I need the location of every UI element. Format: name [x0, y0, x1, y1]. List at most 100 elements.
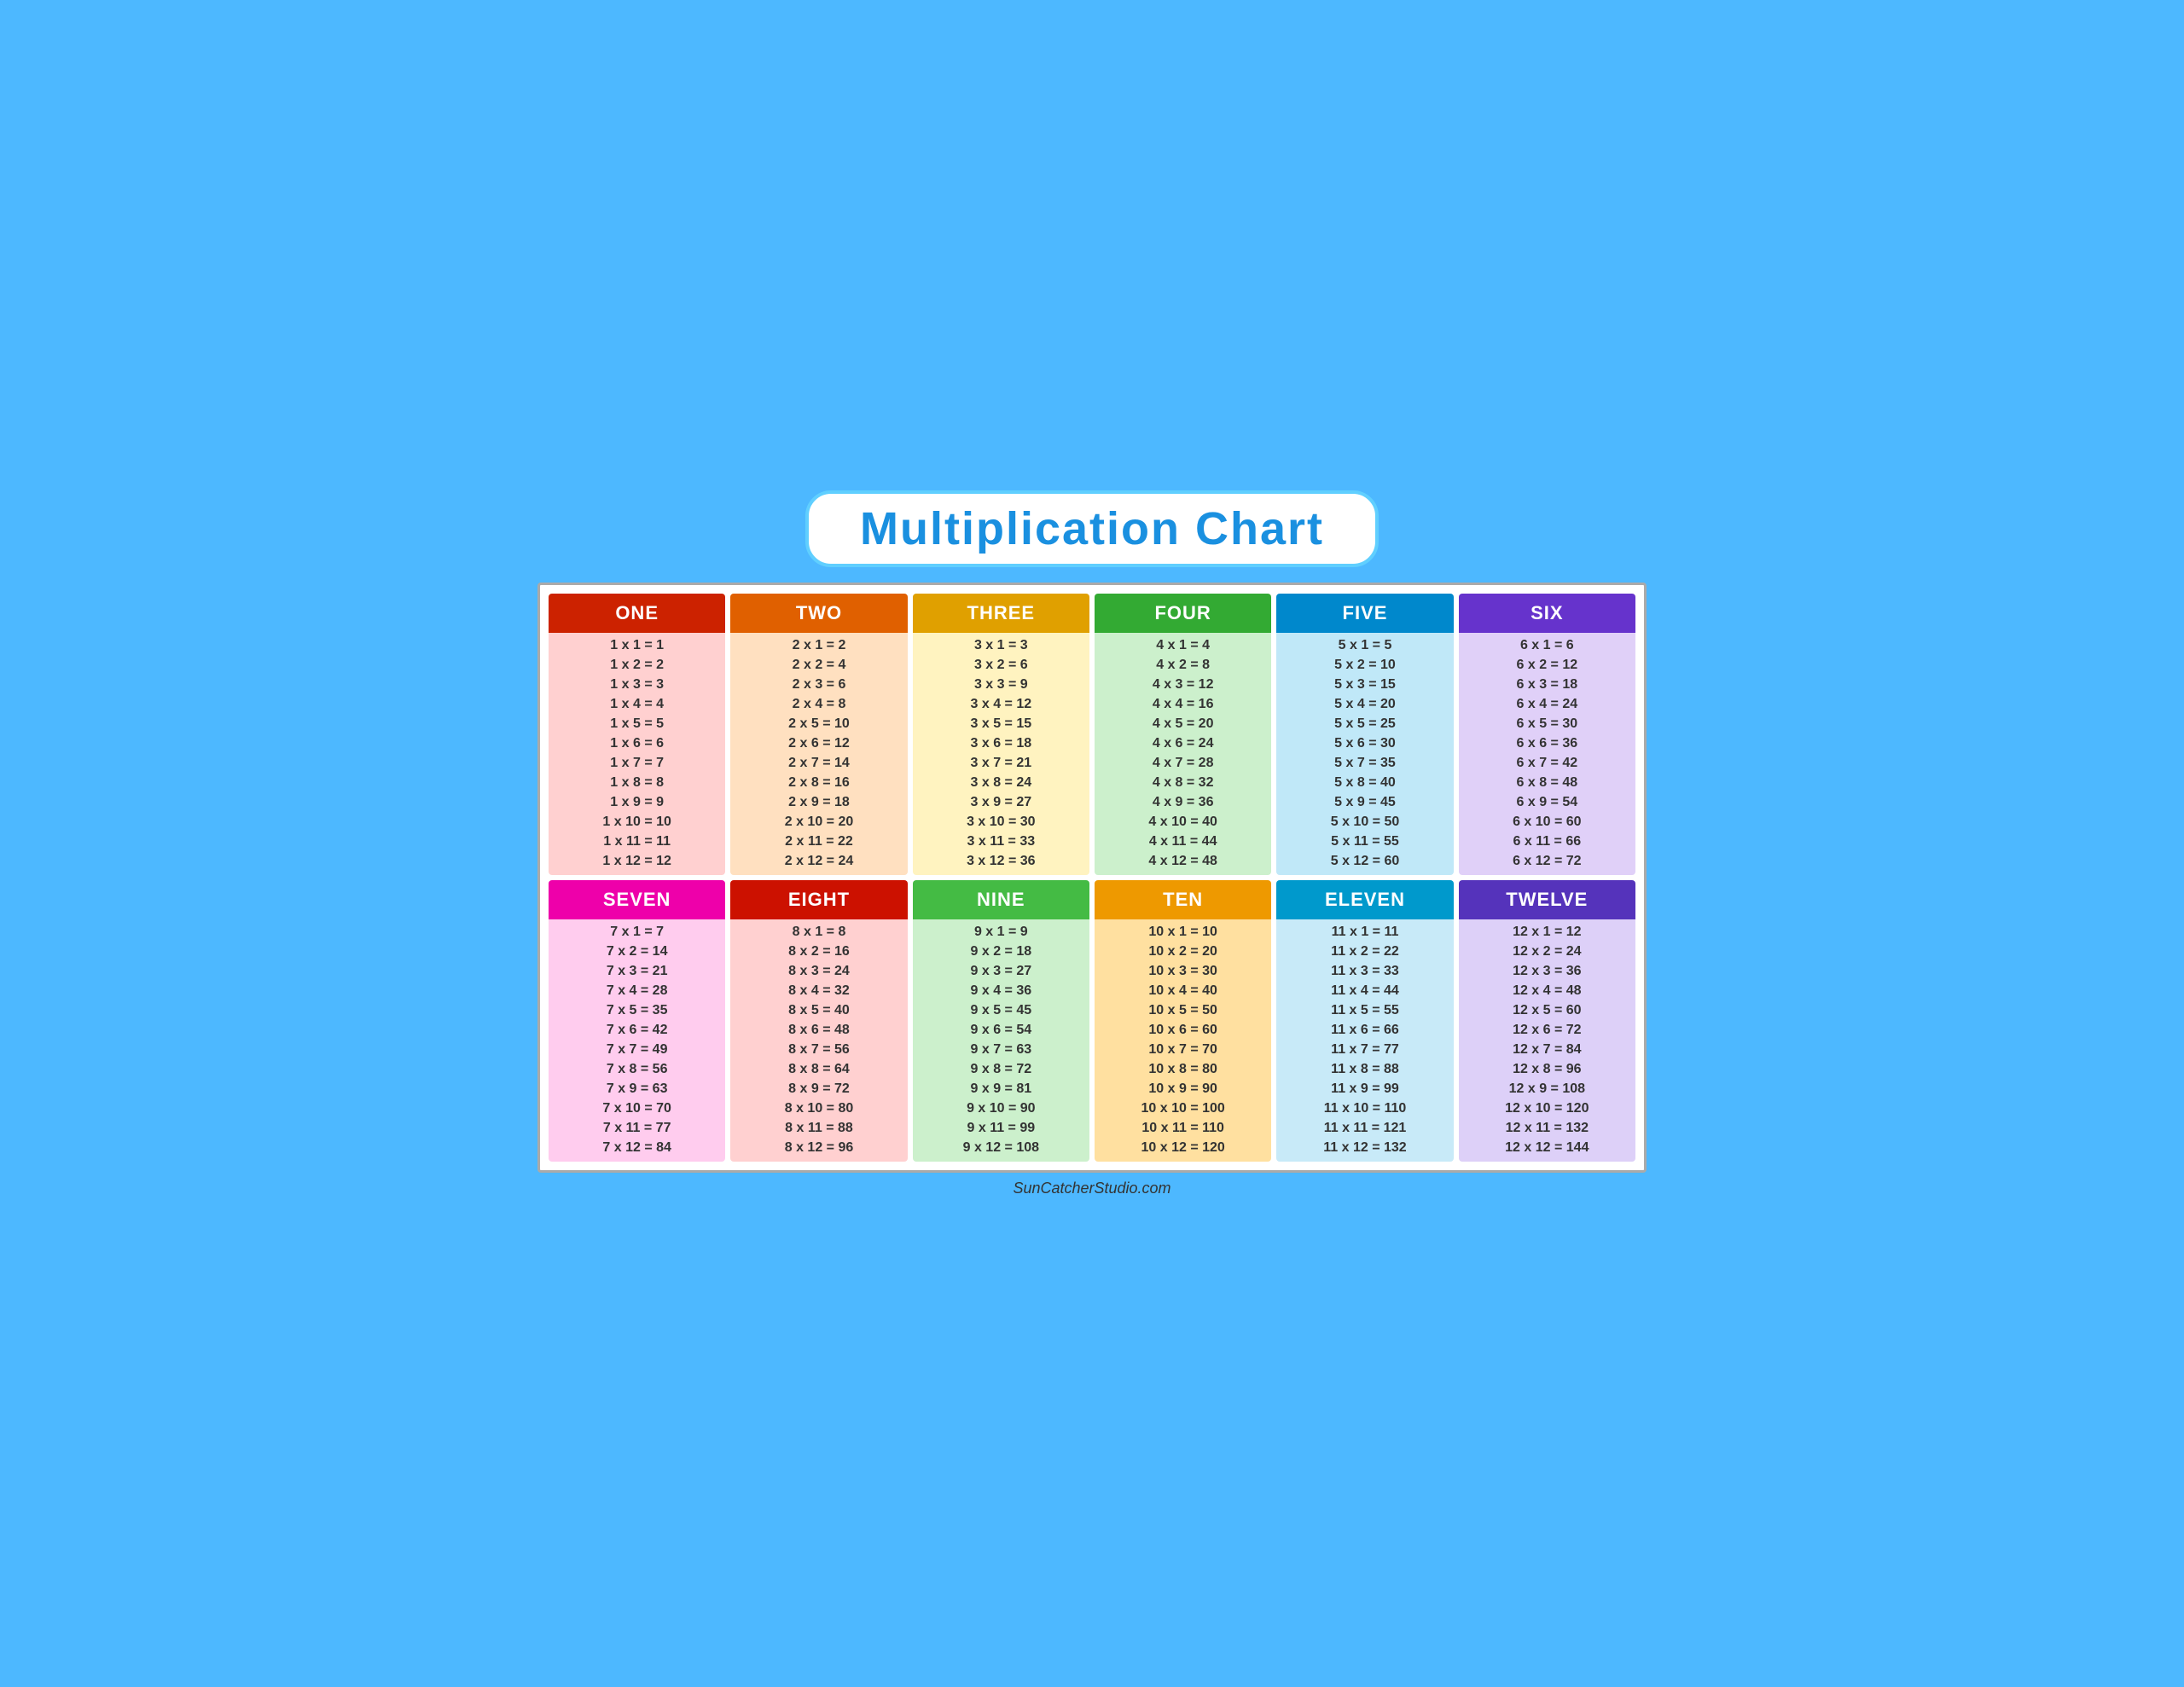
table-row: 5 x 2 = 10 [1281, 656, 1448, 675]
table-row: 4 x 6 = 24 [1100, 734, 1266, 754]
body-six: 6 x 1 = 66 x 2 = 126 x 3 = 186 x 4 = 246… [1459, 633, 1635, 875]
table-row: 8 x 11 = 88 [735, 1119, 902, 1139]
table-row: 12 x 10 = 120 [1464, 1099, 1630, 1119]
table-row: 6 x 5 = 30 [1464, 715, 1630, 734]
body-four: 4 x 1 = 44 x 2 = 84 x 3 = 124 x 4 = 164 … [1095, 633, 1271, 875]
table-row: 2 x 11 = 22 [735, 832, 902, 852]
table-row: 1 x 5 = 5 [554, 715, 720, 734]
table-row: 4 x 7 = 28 [1100, 754, 1266, 774]
table-row: 4 x 1 = 4 [1100, 636, 1266, 656]
table-row: 9 x 7 = 63 [918, 1041, 1084, 1060]
table-row: 1 x 1 = 1 [554, 636, 720, 656]
table-row: 3 x 4 = 12 [918, 695, 1084, 715]
body-seven: 7 x 1 = 77 x 2 = 147 x 3 = 217 x 4 = 287… [549, 919, 725, 1162]
column-eleven: ELEVEN11 x 1 = 1111 x 2 = 2211 x 3 = 331… [1276, 880, 1453, 1162]
table-row: 8 x 3 = 24 [735, 962, 902, 982]
table-row: 7 x 3 = 21 [554, 962, 720, 982]
header-three: THREE [913, 594, 1089, 633]
title-container: Multiplication Chart [537, 490, 1647, 567]
table-row: 3 x 5 = 15 [918, 715, 1084, 734]
body-one: 1 x 1 = 11 x 2 = 21 x 3 = 31 x 4 = 41 x … [549, 633, 725, 875]
table-row: 4 x 10 = 40 [1100, 813, 1266, 832]
column-nine: NINE9 x 1 = 99 x 2 = 189 x 3 = 279 x 4 =… [913, 880, 1089, 1162]
body-ten: 10 x 1 = 1010 x 2 = 2010 x 3 = 3010 x 4 … [1095, 919, 1271, 1162]
table-row: 8 x 4 = 32 [735, 982, 902, 1001]
header-ten: TEN [1095, 880, 1271, 919]
table-row: 8 x 5 = 40 [735, 1001, 902, 1021]
column-three: THREE3 x 1 = 33 x 2 = 63 x 3 = 93 x 4 = … [913, 594, 1089, 875]
page-wrapper: Multiplication Chart ONE1 x 1 = 11 x 2 =… [537, 490, 1647, 1197]
table-row: 3 x 11 = 33 [918, 832, 1084, 852]
table-row: 5 x 6 = 30 [1281, 734, 1448, 754]
table-row: 2 x 2 = 4 [735, 656, 902, 675]
table-row: 2 x 6 = 12 [735, 734, 902, 754]
table-row: 8 x 8 = 64 [735, 1060, 902, 1080]
table-row: 2 x 1 = 2 [735, 636, 902, 656]
body-three: 3 x 1 = 33 x 2 = 63 x 3 = 93 x 4 = 123 x… [913, 633, 1089, 875]
table-row: 11 x 8 = 88 [1281, 1060, 1448, 1080]
table-row: 12 x 6 = 72 [1464, 1021, 1630, 1041]
chart-outer: ONE1 x 1 = 11 x 2 = 21 x 3 = 31 x 4 = 41… [537, 583, 1647, 1173]
table-row: 10 x 12 = 120 [1100, 1139, 1266, 1158]
table-row: 7 x 8 = 56 [554, 1060, 720, 1080]
table-row: 6 x 1 = 6 [1464, 636, 1630, 656]
table-row: 10 x 8 = 80 [1100, 1060, 1266, 1080]
table-row: 12 x 7 = 84 [1464, 1041, 1630, 1060]
column-twelve: TWELVE12 x 1 = 1212 x 2 = 2412 x 3 = 361… [1459, 880, 1635, 1162]
table-row: 1 x 12 = 12 [554, 852, 720, 872]
table-row: 7 x 9 = 63 [554, 1080, 720, 1099]
header-one: ONE [549, 594, 725, 633]
table-row: 5 x 1 = 5 [1281, 636, 1448, 656]
table-row: 5 x 12 = 60 [1281, 852, 1448, 872]
table-row: 5 x 4 = 20 [1281, 695, 1448, 715]
table-row: 3 x 7 = 21 [918, 754, 1084, 774]
table-row: 3 x 6 = 18 [918, 734, 1084, 754]
table-row: 1 x 2 = 2 [554, 656, 720, 675]
table-row: 7 x 11 = 77 [554, 1119, 720, 1139]
table-row: 11 x 3 = 33 [1281, 962, 1448, 982]
table-row: 9 x 5 = 45 [918, 1001, 1084, 1021]
body-eight: 8 x 1 = 88 x 2 = 168 x 3 = 248 x 4 = 328… [730, 919, 907, 1162]
column-four: FOUR4 x 1 = 44 x 2 = 84 x 3 = 124 x 4 = … [1095, 594, 1271, 875]
table-row: 8 x 12 = 96 [735, 1139, 902, 1158]
table-row: 9 x 3 = 27 [918, 962, 1084, 982]
table-row: 9 x 2 = 18 [918, 942, 1084, 962]
table-row: 4 x 5 = 20 [1100, 715, 1266, 734]
table-row: 7 x 4 = 28 [554, 982, 720, 1001]
table-row: 12 x 5 = 60 [1464, 1001, 1630, 1021]
table-row: 7 x 5 = 35 [554, 1001, 720, 1021]
table-row: 1 x 8 = 8 [554, 774, 720, 793]
table-row: 12 x 1 = 12 [1464, 923, 1630, 942]
table-row: 8 x 10 = 80 [735, 1099, 902, 1119]
body-nine: 9 x 1 = 99 x 2 = 189 x 3 = 279 x 4 = 369… [913, 919, 1089, 1162]
title-box: Multiplication Chart [805, 490, 1379, 567]
table-row: 3 x 12 = 36 [918, 852, 1084, 872]
table-row: 5 x 10 = 50 [1281, 813, 1448, 832]
table-row: 6 x 10 = 60 [1464, 813, 1630, 832]
table-row: 3 x 3 = 9 [918, 675, 1084, 695]
table-row: 12 x 8 = 96 [1464, 1060, 1630, 1080]
table-row: 1 x 4 = 4 [554, 695, 720, 715]
header-five: FIVE [1276, 594, 1453, 633]
table-row: 4 x 3 = 12 [1100, 675, 1266, 695]
table-row: 3 x 8 = 24 [918, 774, 1084, 793]
table-row: 5 x 8 = 40 [1281, 774, 1448, 793]
table-row: 9 x 12 = 108 [918, 1139, 1084, 1158]
body-two: 2 x 1 = 22 x 2 = 42 x 3 = 62 x 4 = 82 x … [730, 633, 907, 875]
table-row: 10 x 4 = 40 [1100, 982, 1266, 1001]
table-row: 10 x 3 = 30 [1100, 962, 1266, 982]
table-row: 5 x 11 = 55 [1281, 832, 1448, 852]
table-row: 12 x 2 = 24 [1464, 942, 1630, 962]
table-row: 3 x 9 = 27 [918, 793, 1084, 813]
table-row: 6 x 11 = 66 [1464, 832, 1630, 852]
table-row: 9 x 6 = 54 [918, 1021, 1084, 1041]
table-row: 10 x 7 = 70 [1100, 1041, 1266, 1060]
column-six: SIX6 x 1 = 66 x 2 = 126 x 3 = 186 x 4 = … [1459, 594, 1635, 875]
table-row: 4 x 9 = 36 [1100, 793, 1266, 813]
column-two: TWO2 x 1 = 22 x 2 = 42 x 3 = 62 x 4 = 82… [730, 594, 907, 875]
table-row: 7 x 7 = 49 [554, 1041, 720, 1060]
table-row: 6 x 12 = 72 [1464, 852, 1630, 872]
table-row: 7 x 10 = 70 [554, 1099, 720, 1119]
table-row: 9 x 8 = 72 [918, 1060, 1084, 1080]
table-row: 4 x 8 = 32 [1100, 774, 1266, 793]
